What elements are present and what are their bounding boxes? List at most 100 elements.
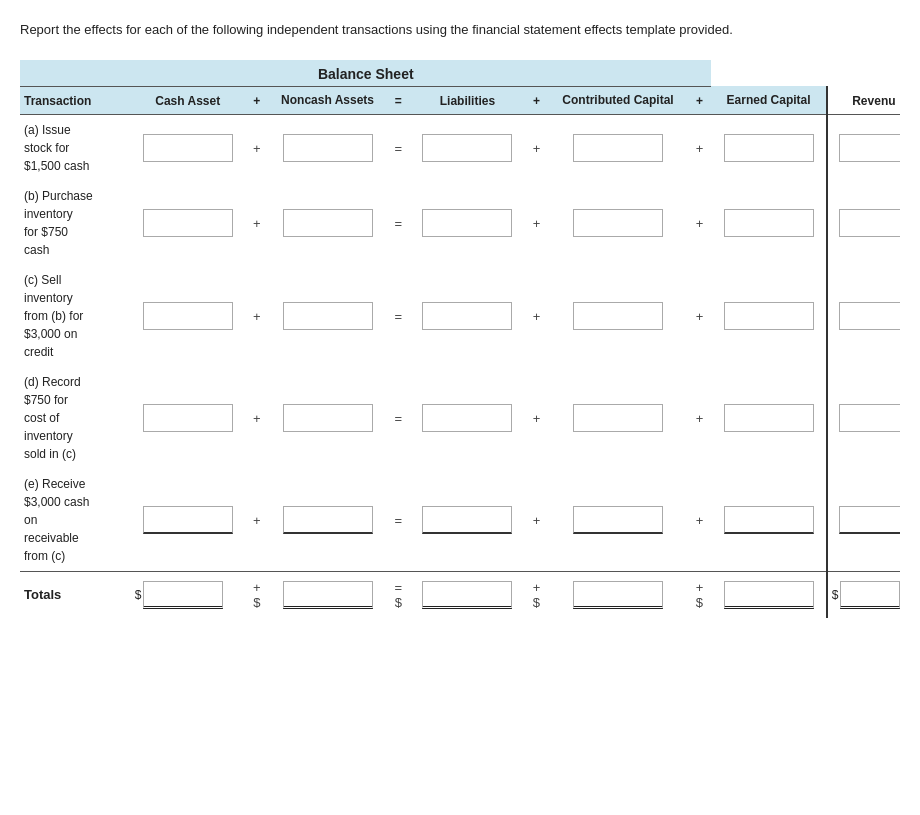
input-a-contrib[interactable] [573,134,663,162]
dollar-sign-earned: $ [696,595,703,610]
totals-input-earned[interactable] [724,581,814,609]
input-a-cash[interactable] [143,134,233,162]
input-cell-e-revenue[interactable] [827,469,900,572]
input-cell-c-noncash[interactable] [269,265,387,367]
op-equals: = [386,86,410,115]
input-cell-c-cash[interactable] [131,265,245,367]
input-b-contrib[interactable] [573,209,663,237]
op-c-plus2: + [524,265,548,367]
input-cell-c-contrib[interactable] [548,265,687,367]
input-e-earned[interactable] [724,506,814,534]
input-c-contrib[interactable] [573,302,663,330]
op-a-plus1: + [245,115,269,182]
input-cell-d-earned[interactable] [711,367,826,469]
input-d-liab[interactable] [422,404,512,432]
totals-label: Totals [20,572,131,619]
input-e-revenue[interactable] [839,506,900,534]
input-b-revenue[interactable] [839,209,900,237]
label-a: (a) Issuestock for$1,500 cash [20,115,131,182]
intro-text: Report the effects for each of the follo… [20,20,900,40]
op-a-plus3: + [687,115,711,182]
totals-cell-contrib[interactable] [548,572,687,619]
input-cell-d-liab[interactable] [410,367,524,469]
input-cell-e-liab[interactable] [410,469,524,572]
input-cell-b-contrib[interactable] [548,181,687,265]
input-c-earned[interactable] [724,302,814,330]
input-cell-b-revenue[interactable] [827,181,900,265]
input-cell-d-contrib[interactable] [548,367,687,469]
op-totals-plus3: + $ [687,572,711,619]
table-row: (b) Purchaseinventoryfor $750cash + = + … [20,181,900,265]
table-row: (a) Issuestock for$1,500 cash + = + + [20,115,900,182]
totals-input-liab[interactable] [422,581,512,609]
input-b-liab[interactable] [422,209,512,237]
op-plus-3: + [687,86,711,115]
input-e-cash[interactable] [143,506,233,534]
input-c-revenue[interactable] [839,302,900,330]
col-revenue: Revenu [827,86,900,115]
input-b-earned[interactable] [724,209,814,237]
totals-input-cash[interactable] [143,581,223,609]
input-d-revenue[interactable] [839,404,900,432]
input-d-earned[interactable] [724,404,814,432]
input-cell-e-contrib[interactable] [548,469,687,572]
op-totals-plus2: + $ [524,572,548,619]
input-e-contrib[interactable] [573,506,663,534]
input-cell-e-earned[interactable] [711,469,826,572]
totals-cell-liab[interactable] [410,572,524,619]
op-e-plus2: + [524,469,548,572]
totals-input-revenue[interactable] [840,581,900,609]
totals-cell-revenue[interactable]: $ [827,572,900,619]
input-cell-d-revenue[interactable] [827,367,900,469]
input-cell-a-revenue[interactable] [827,115,900,182]
input-a-earned[interactable] [724,134,814,162]
op-e-plus1: + [245,469,269,572]
input-a-noncash[interactable] [283,134,373,162]
input-cell-d-cash[interactable] [131,367,245,469]
totals-cell-noncash[interactable] [269,572,387,619]
input-e-liab[interactable] [422,506,512,534]
input-cell-e-cash[interactable] [131,469,245,572]
input-cell-c-earned[interactable] [711,265,826,367]
totals-input-contrib[interactable] [573,581,663,609]
input-c-cash[interactable] [143,302,233,330]
dollar-sign-contrib: $ [533,595,540,610]
input-d-contrib[interactable] [573,404,663,432]
input-cell-b-cash[interactable] [131,181,245,265]
input-cell-a-cash[interactable] [131,115,245,182]
input-c-liab[interactable] [422,302,512,330]
totals-row: Totals $ + $ = $ + $ [20,572,900,619]
input-cell-b-liab[interactable] [410,181,524,265]
totals-cell-earned[interactable] [711,572,826,619]
input-b-cash[interactable] [143,209,233,237]
input-cell-c-revenue[interactable] [827,265,900,367]
input-d-noncash[interactable] [283,404,373,432]
input-cell-b-earned[interactable] [711,181,826,265]
col-liabilities: Liabilities [410,86,524,115]
op-b-plus1: + [245,181,269,265]
input-cell-d-noncash[interactable] [269,367,387,469]
input-cell-e-noncash[interactable] [269,469,387,572]
input-cell-a-contrib[interactable] [548,115,687,182]
input-d-cash[interactable] [143,404,233,432]
input-a-liab[interactable] [422,134,512,162]
op-totals-plus1: + $ [245,572,269,619]
input-cell-c-liab[interactable] [410,265,524,367]
col-earned-capital: Earned Capital [711,86,826,115]
input-cell-b-noncash[interactable] [269,181,387,265]
input-cell-a-earned[interactable] [711,115,826,182]
input-a-revenue[interactable] [839,134,900,162]
totals-cell-cash[interactable]: $ [131,572,245,619]
input-c-noncash[interactable] [283,302,373,330]
op-plus-1: + [245,86,269,115]
totals-input-noncash[interactable] [283,581,373,609]
input-cell-a-liab[interactable] [410,115,524,182]
input-b-noncash[interactable] [283,209,373,237]
input-cell-a-noncash[interactable] [269,115,387,182]
label-e: (e) Receive$3,000 cashonreceivablefrom (… [20,469,131,572]
label-d: (d) Record$750 forcost ofinventorysold i… [20,367,131,469]
table-row: (d) Record$750 forcost ofinventorysold i… [20,367,900,469]
input-e-noncash[interactable] [283,506,373,534]
op-e-plus3: + [687,469,711,572]
label-b: (b) Purchaseinventoryfor $750cash [20,181,131,265]
